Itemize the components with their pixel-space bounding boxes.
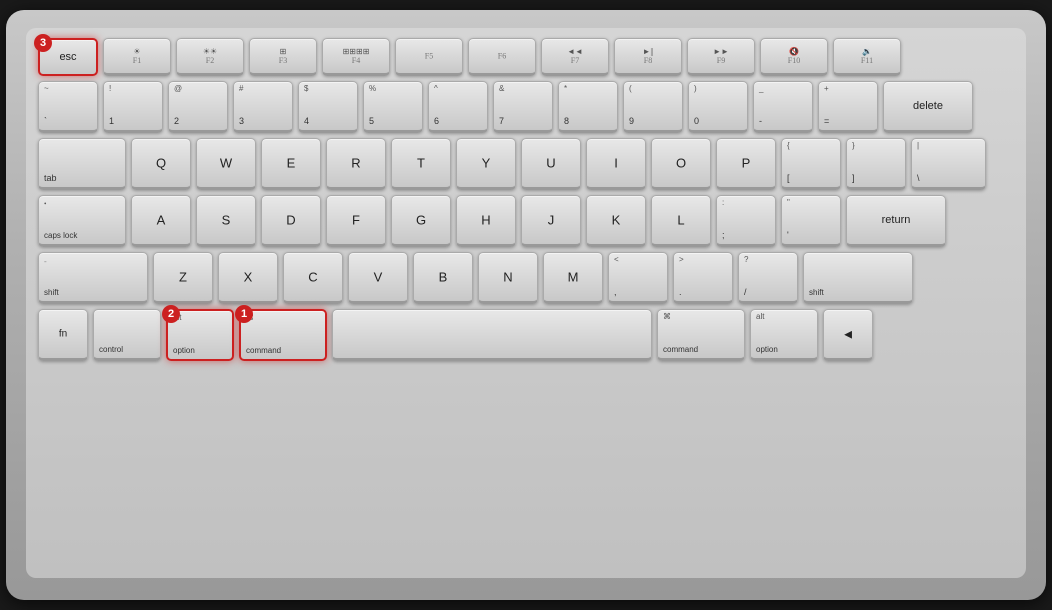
f-key[interactable]: F: [326, 195, 386, 247]
i-key[interactable]: I: [586, 138, 646, 190]
2-key[interactable]: @ 2: [168, 81, 228, 133]
badge-1: 1: [235, 305, 253, 323]
s-key[interactable]: S: [196, 195, 256, 247]
1-key[interactable]: ! 1: [103, 81, 163, 133]
equals-key[interactable]: + =: [818, 81, 878, 133]
c-key[interactable]: C: [283, 252, 343, 304]
space-key[interactable]: [332, 309, 652, 361]
a-key[interactable]: A: [131, 195, 191, 247]
left-command-key[interactable]: 1 ⌘ command: [239, 309, 327, 361]
v-key[interactable]: V: [348, 252, 408, 304]
f3-key[interactable]: ⊞ F3: [249, 38, 317, 76]
zxcv-row: shift - Z X C V B N M < , > . ? / shif: [38, 252, 1014, 304]
badge-3: 3: [34, 34, 52, 52]
t-key[interactable]: T: [391, 138, 451, 190]
p-key[interactable]: P: [716, 138, 776, 190]
left-command-label: command: [246, 347, 281, 356]
tab-key[interactable]: tab: [38, 138, 126, 190]
f9-key[interactable]: ►► F9: [687, 38, 755, 76]
keyboard-container: 3 esc ☀ F1 ☀☀ F2 ⊞ F3: [6, 10, 1046, 600]
u-key[interactable]: U: [521, 138, 581, 190]
backspace-key[interactable]: delete: [883, 81, 973, 133]
period-key[interactable]: > .: [673, 252, 733, 304]
control-key[interactable]: control: [93, 309, 161, 361]
qwerty-row: tab Q W E R T Y U I O P { [ } ] | \: [38, 138, 1014, 190]
h-key[interactable]: H: [456, 195, 516, 247]
return-key[interactable]: return: [846, 195, 946, 247]
number-row: ~ ` ! 1 @ 2 # 3 $ 4 % 5: [38, 81, 1014, 133]
tilde-key[interactable]: ~ `: [38, 81, 98, 133]
caps-lock-key[interactable]: • caps lock: [38, 195, 126, 247]
keyboard-inner: 3 esc ☀ F1 ☀☀ F2 ⊞ F3: [26, 28, 1026, 578]
e-key[interactable]: E: [261, 138, 321, 190]
0-key[interactable]: ) 0: [688, 81, 748, 133]
left-option-key[interactable]: 2 alt option: [166, 309, 234, 361]
7-key[interactable]: & 7: [493, 81, 553, 133]
k-key[interactable]: K: [586, 195, 646, 247]
esc-key[interactable]: 3 esc: [38, 38, 98, 76]
9-key[interactable]: ( 9: [623, 81, 683, 133]
bottom-row: fn control 2 alt option 1 ⌘ command ⌘: [38, 309, 1014, 361]
semicolon-key[interactable]: : ;: [716, 195, 776, 247]
f2-key[interactable]: ☀☀ F2: [176, 38, 244, 76]
o-key[interactable]: O: [651, 138, 711, 190]
badge-2: 2: [162, 305, 180, 323]
right-shift-key[interactable]: shift: [803, 252, 913, 304]
4-key[interactable]: $ 4: [298, 81, 358, 133]
slash-key[interactable]: ? /: [738, 252, 798, 304]
fn-key[interactable]: fn: [38, 309, 88, 361]
d-key[interactable]: D: [261, 195, 321, 247]
6-key[interactable]: ^ 6: [428, 81, 488, 133]
g-key[interactable]: G: [391, 195, 451, 247]
q-key[interactable]: Q: [131, 138, 191, 190]
bracket-close-key[interactable]: } ]: [846, 138, 906, 190]
asdf-row: • caps lock A S D F G H J K L : ; " ' re…: [38, 195, 1014, 247]
minus-key[interactable]: _ -: [753, 81, 813, 133]
r-key[interactable]: R: [326, 138, 386, 190]
left-option-label: option: [173, 347, 195, 356]
right-command-key[interactable]: ⌘ command: [657, 309, 745, 361]
z-key[interactable]: Z: [153, 252, 213, 304]
esc-label: esc: [59, 51, 76, 63]
l-key[interactable]: L: [651, 195, 711, 247]
f5-key[interactable]: F5: [395, 38, 463, 76]
j-key[interactable]: J: [521, 195, 581, 247]
b-key[interactable]: B: [413, 252, 473, 304]
bracket-open-key[interactable]: { [: [781, 138, 841, 190]
3-key[interactable]: # 3: [233, 81, 293, 133]
f10-key[interactable]: 🔇 F10: [760, 38, 828, 76]
f4-key[interactable]: ⊞⊞⊞⊞ F4: [322, 38, 390, 76]
comma-key[interactable]: < ,: [608, 252, 668, 304]
5-key[interactable]: % 5: [363, 81, 423, 133]
f11-key[interactable]: 🔉 F11: [833, 38, 901, 76]
8-key[interactable]: * 8: [558, 81, 618, 133]
x-key[interactable]: X: [218, 252, 278, 304]
backslash-key[interactable]: | \: [911, 138, 986, 190]
right-option-key[interactable]: alt option: [750, 309, 818, 361]
f1-key[interactable]: ☀ F1: [103, 38, 171, 76]
y-key[interactable]: Y: [456, 138, 516, 190]
f8-key[interactable]: ►|| F8: [614, 38, 682, 76]
left-shift-key[interactable]: shift -: [38, 252, 148, 304]
left-arrow-key[interactable]: ◄: [823, 309, 873, 361]
m-key[interactable]: M: [543, 252, 603, 304]
f6-key[interactable]: F6: [468, 38, 536, 76]
quote-key[interactable]: " ': [781, 195, 841, 247]
w-key[interactable]: W: [196, 138, 256, 190]
f7-key[interactable]: ◄◄ F7: [541, 38, 609, 76]
n-key[interactable]: N: [478, 252, 538, 304]
fn-row: 3 esc ☀ F1 ☀☀ F2 ⊞ F3: [38, 38, 1014, 76]
